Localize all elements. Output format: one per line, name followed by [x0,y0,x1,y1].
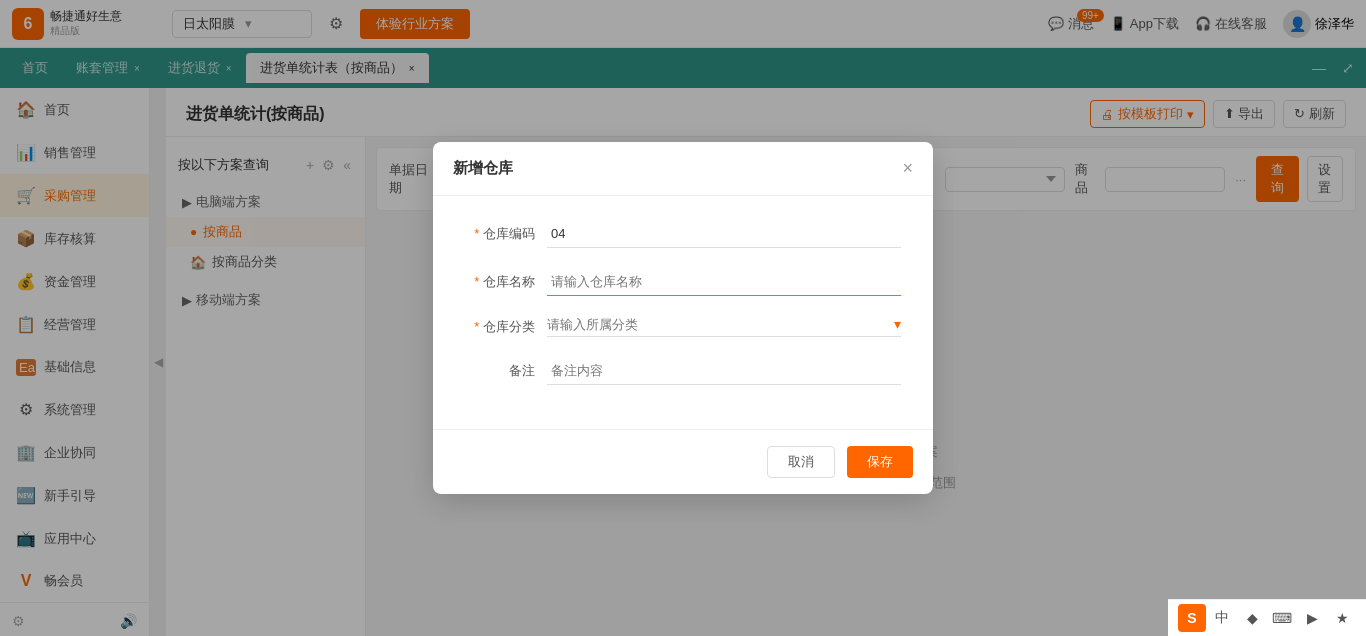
save-button[interactable]: 保存 [847,446,913,478]
category-dropdown-icon[interactable]: ▾ [894,316,901,332]
name-label: 仓库名称 [465,273,535,291]
form-row-code: 仓库编码 [465,220,901,248]
bottom-icon-zh[interactable]: 中 [1208,604,1236,632]
bottom-icon-keyboard[interactable]: ⌨ [1268,604,1296,632]
new-warehouse-modal: 新增仓库 × 仓库编码 仓库名称 仓库分类 ▾ [433,142,933,494]
form-row-category: 仓库分类 ▾ [465,316,901,337]
name-input[interactable] [547,268,901,296]
cancel-button[interactable]: 取消 [767,446,835,478]
category-label: 仓库分类 [465,318,535,336]
code-input[interactable] [547,220,901,248]
code-label: 仓库编码 [465,225,535,243]
bottom-icon-play[interactable]: ▶ [1298,604,1326,632]
modal-body: 仓库编码 仓库名称 仓库分类 ▾ 备注 [433,196,933,429]
modal-footer: 取消 保存 [433,429,933,494]
modal-header: 新增仓库 × [433,142,933,196]
remark-label: 备注 [465,362,535,380]
bottom-icon-diamond[interactable]: ◆ [1238,604,1266,632]
bottom-bar: S 中 ◆ ⌨ ▶ ★ [1168,599,1366,636]
category-select-row: ▾ [547,316,901,337]
form-row-remark: 备注 [465,357,901,385]
modal-overlay[interactable]: 新增仓库 × 仓库编码 仓库名称 仓库分类 ▾ [0,0,1366,636]
category-input[interactable] [547,317,894,332]
remark-input[interactable] [547,357,901,385]
modal-close-button[interactable]: × [902,158,913,179]
bottom-icon-star[interactable]: ★ [1328,604,1356,632]
bottom-icon-s[interactable]: S [1178,604,1206,632]
form-row-name: 仓库名称 [465,268,901,296]
modal-title: 新增仓库 [453,159,513,178]
